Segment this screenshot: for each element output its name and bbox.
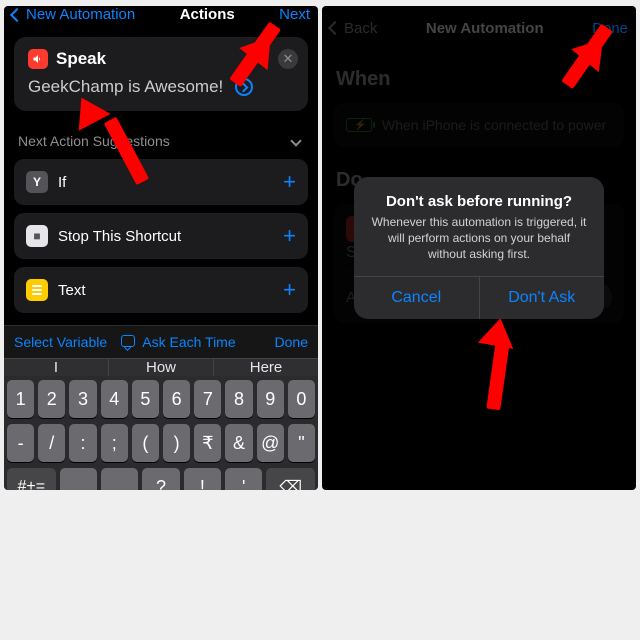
alert-confirm-button[interactable]: Don't Ask xyxy=(480,277,605,319)
key-5[interactable]: 5 xyxy=(132,380,159,418)
nav-title: Actions xyxy=(180,6,235,23)
prompt-icon xyxy=(121,335,135,347)
nav-bar: New Automation Actions Next xyxy=(4,6,318,23)
speak-action-label: Speak xyxy=(56,49,106,69)
key-period[interactable]: . xyxy=(60,468,97,490)
key-colon[interactable]: : xyxy=(69,424,96,462)
action-speak-card[interactable]: Speak GeekChamp is Awesome! ✕ xyxy=(14,37,308,111)
chevron-left-icon xyxy=(10,7,24,21)
alert-title: Don't ask before running? xyxy=(354,177,604,214)
suggestion-label: If xyxy=(58,174,66,191)
key-dash[interactable]: - xyxy=(7,424,34,462)
key-symbols[interactable]: #+= xyxy=(7,468,56,490)
key-3[interactable]: 3 xyxy=(69,380,96,418)
suggestion-label: Text xyxy=(58,282,86,299)
clear-action-button[interactable]: ✕ xyxy=(278,49,298,69)
key-quote[interactable]: " xyxy=(288,424,315,462)
key-6[interactable]: 6 xyxy=(163,380,190,418)
stop-icon: ■ xyxy=(26,225,48,247)
next-button[interactable]: Next xyxy=(279,6,310,23)
add-icon[interactable]: + xyxy=(283,169,296,195)
key-question[interactable]: ? xyxy=(142,468,179,490)
key-apos[interactable]: ' xyxy=(225,468,262,490)
key-comma[interactable]: , xyxy=(101,468,138,490)
back-label: New Automation xyxy=(26,6,135,23)
suggestions-title: Next Action Suggestions xyxy=(18,133,170,149)
suggestion-if[interactable]: Y If + xyxy=(14,159,308,205)
key-exclaim[interactable]: ! xyxy=(184,468,221,490)
key-2[interactable]: 2 xyxy=(38,380,65,418)
keyboard: 1 2 3 4 5 6 7 8 9 0 - / : ; ( ) ₹ & @ " … xyxy=(4,376,318,490)
confirm-alert: Don't ask before running? Whenever this … xyxy=(354,177,604,320)
key-semicolon[interactable]: ; xyxy=(101,424,128,462)
key-backspace[interactable]: ⌫ xyxy=(266,468,315,490)
keyboard-row-numbers: 1 2 3 4 5 6 7 8 9 0 xyxy=(7,380,315,418)
text-icon xyxy=(26,279,48,301)
ask-each-time-button[interactable]: Ask Each Time xyxy=(121,334,236,350)
keyboard-row-punct1: - / : ; ( ) ₹ & @ " xyxy=(7,424,315,462)
autocorrect-bar: I How Here xyxy=(4,358,318,376)
key-7[interactable]: 7 xyxy=(194,380,221,418)
accessory-done-button[interactable]: Done xyxy=(275,334,308,350)
suggestion-word[interactable]: How xyxy=(109,359,214,376)
key-at[interactable]: @ xyxy=(257,424,284,462)
suggestions-header[interactable]: Next Action Suggestions xyxy=(4,119,318,155)
alert-message: Whenever this automation is triggered, i… xyxy=(354,214,604,277)
suggestion-label: Stop This Shortcut xyxy=(58,228,181,245)
key-rupee[interactable]: ₹ xyxy=(194,424,221,462)
alert-cancel-button[interactable]: Cancel xyxy=(354,277,480,319)
suggestion-text[interactable]: Text + xyxy=(14,267,308,313)
chevron-down-icon xyxy=(290,135,301,146)
key-lparen[interactable]: ( xyxy=(132,424,159,462)
add-icon[interactable]: + xyxy=(283,277,296,303)
speak-text-value[interactable]: GeekChamp is Awesome! xyxy=(28,77,223,97)
suggestion-word[interactable]: Here xyxy=(214,359,318,376)
suggestion-stop[interactable]: ■ Stop This Shortcut + xyxy=(14,213,308,259)
keyboard-row-punct2: #+= . , ? ! ' ⌫ xyxy=(7,468,315,490)
key-0[interactable]: 0 xyxy=(288,380,315,418)
alert-overlay: Don't ask before running? Whenever this … xyxy=(322,6,636,490)
expand-params-icon[interactable] xyxy=(235,78,253,96)
key-amp[interactable]: & xyxy=(225,424,252,462)
suggestion-word[interactable]: I xyxy=(4,359,109,376)
screen-automation-summary: Back New Automation Done When ⚡ When iPh… xyxy=(322,6,636,490)
keyboard-accessory-bar: Select Variable Ask Each Time Done xyxy=(4,325,318,358)
select-variable-button[interactable]: Select Variable xyxy=(14,334,107,350)
screen-actions-editor: New Automation Actions Next Speak GeekCh… xyxy=(4,6,318,490)
key-rparen[interactable]: ) xyxy=(163,424,190,462)
add-icon[interactable]: + xyxy=(283,223,296,249)
key-1[interactable]: 1 xyxy=(7,380,34,418)
branch-icon: Y xyxy=(26,171,48,193)
key-9[interactable]: 9 xyxy=(257,380,284,418)
key-slash[interactable]: / xyxy=(38,424,65,462)
speaker-icon xyxy=(28,49,48,69)
key-4[interactable]: 4 xyxy=(101,380,128,418)
back-button[interactable]: New Automation xyxy=(12,6,135,23)
key-8[interactable]: 8 xyxy=(225,380,252,418)
